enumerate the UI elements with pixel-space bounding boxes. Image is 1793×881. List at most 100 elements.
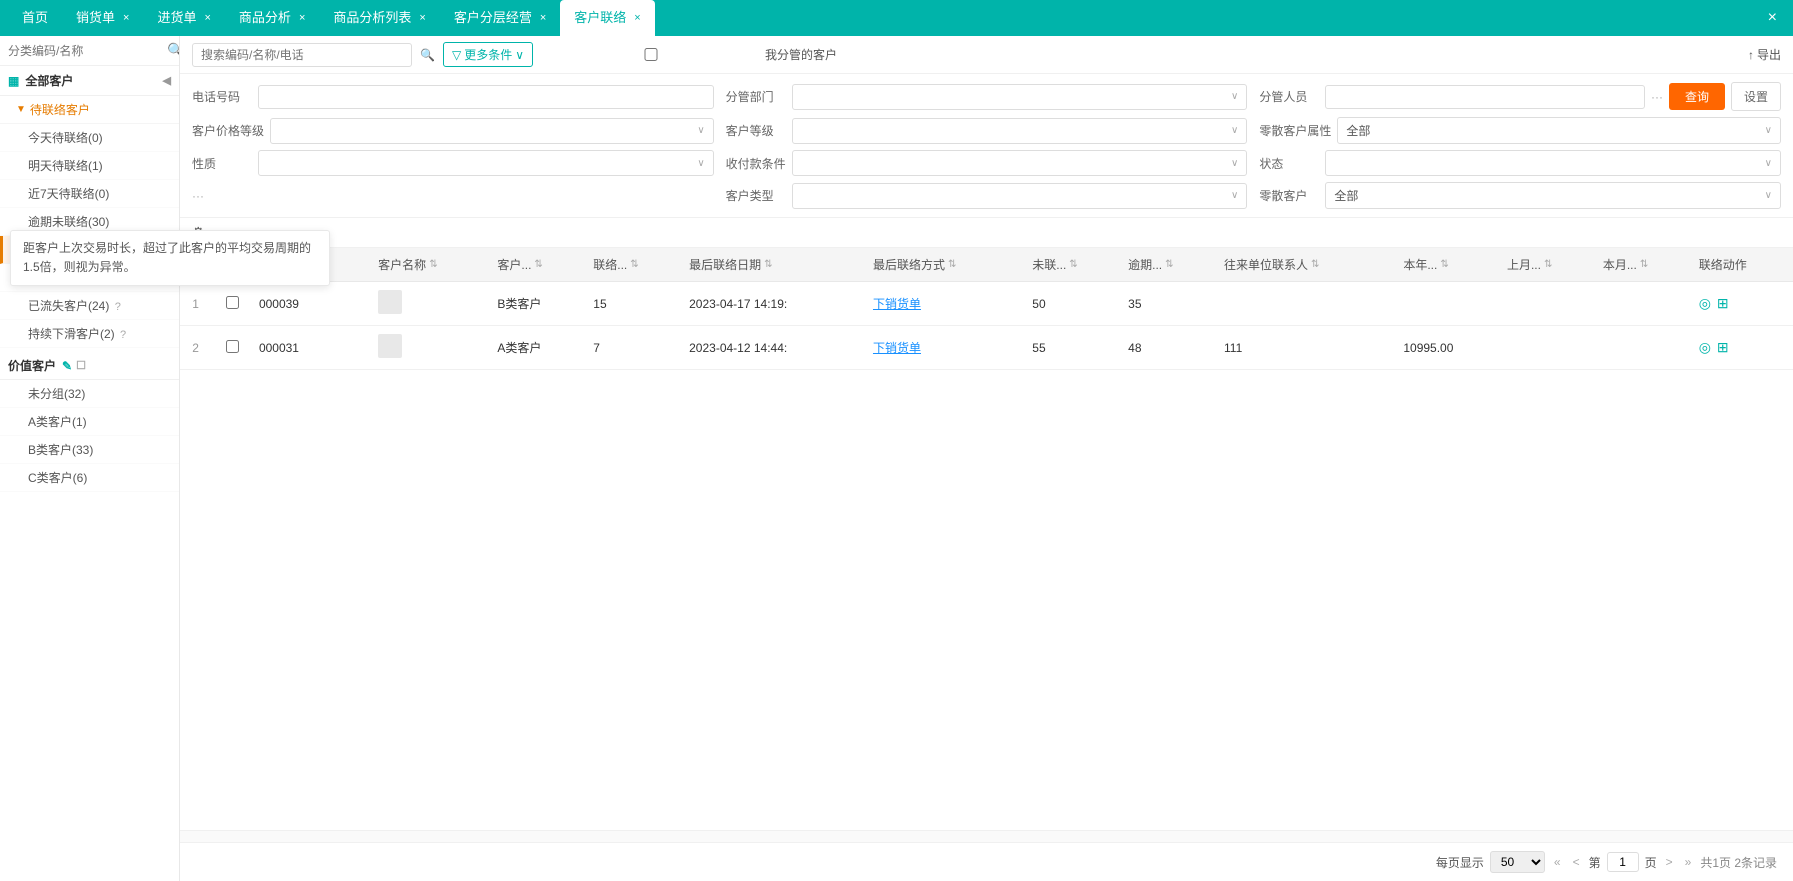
row2-this-year: 10995.00 xyxy=(1397,326,1501,370)
row2-check[interactable] xyxy=(226,340,239,353)
this-year-sort-icon[interactable]: ⇅ xyxy=(1440,259,1448,270)
overdue-sort-icon[interactable]: ⇅ xyxy=(1165,259,1173,270)
sidebar-item-today[interactable]: 今天待联络(0) xyxy=(0,124,179,152)
sidebar-group-value[interactable]: 价值客户 ✎ ☐ xyxy=(0,352,179,380)
col-action: 联络动作 xyxy=(1693,248,1793,282)
window-close-button[interactable]: × xyxy=(1760,9,1785,27)
row2-code: 000031 xyxy=(253,326,372,370)
retail-attr-select[interactable]: 全部 ∨ xyxy=(1337,117,1781,144)
nav-product-analysis[interactable]: 商品分析 × xyxy=(225,0,319,36)
payment-select[interactable]: ∨ xyxy=(792,150,1248,176)
filter-grid: 电话号码 分管部门 ∨ 分管人员 ··· 查询 设置 xyxy=(180,74,1793,218)
row2-method-link[interactable]: 下销货单 xyxy=(873,341,921,355)
last-method-sort-icon[interactable]: ⇅ xyxy=(948,259,956,270)
customer-level-label: 客户等级 xyxy=(726,122,786,139)
customer-level-select[interactable]: ∨ xyxy=(792,118,1248,144)
nav-purchase-order[interactable]: 进货单 × xyxy=(143,0,224,36)
nav-home[interactable]: 首页 xyxy=(8,0,62,36)
declining-help-icon[interactable]: ? xyxy=(120,329,126,341)
row2-view-icon[interactable]: ◎ xyxy=(1699,339,1711,356)
search-input[interactable] xyxy=(192,43,412,67)
contact-sort-icon[interactable]: ⇅ xyxy=(630,259,638,270)
close-product-analysis-icon[interactable]: × xyxy=(299,0,305,36)
phone-input[interactable] xyxy=(258,85,714,109)
row2-checkbox xyxy=(211,326,253,370)
top-navigation: 首页 销货单 × 进货单 × 商品分析 × 商品分析列表 × 客户分层经营 × … xyxy=(0,0,1793,36)
sidebar-item-lost[interactable]: 已流失客户(24) ? xyxy=(0,292,179,320)
sidebar-item-7days[interactable]: 近7天待联络(0) xyxy=(0,180,179,208)
nav-sales-order[interactable]: 销货单 × xyxy=(62,0,143,36)
sidebar-item-class-a[interactable]: A类客户(1) xyxy=(0,408,179,436)
customer-type-select[interactable]: ∨ xyxy=(792,183,1248,209)
sidebar-item-ungrouped[interactable]: 未分组(32) xyxy=(0,380,179,408)
nav-customer-contact[interactable]: 客户联络 × xyxy=(560,0,654,36)
more-conditions-button[interactable]: ▽ 更多条件 ∨ xyxy=(443,42,533,67)
col-contact-person: 往来单位联系人⇅ xyxy=(1218,248,1397,282)
nature-select[interactable]: ∨ xyxy=(258,150,714,176)
settings-button[interactable]: 设置 xyxy=(1731,82,1781,111)
row1-edit-icon[interactable]: ⊞ xyxy=(1717,295,1729,312)
sidebar-item-tomorrow[interactable]: 明天待联络(1) xyxy=(0,152,179,180)
my-customers-check[interactable] xyxy=(541,48,761,61)
manager-dots[interactable]: ··· xyxy=(1651,90,1663,104)
sidebar-item-declining[interactable]: 持续下滑客户(2) ? xyxy=(0,320,179,348)
sidebar-search-bar: 🔍 xyxy=(0,36,179,66)
row1-method-link[interactable]: 下销货单 xyxy=(873,297,921,311)
close-product-analysis-list-icon[interactable]: × xyxy=(419,0,425,36)
search-button[interactable]: 🔍 xyxy=(420,48,435,62)
next-page-button[interactable]: > xyxy=(1663,855,1676,869)
tooltip-box: 距客户上次交易时长，超过了此客户的平均交易周期的1.5倍，则视为异常。 xyxy=(10,230,330,286)
sidebar-search-input[interactable] xyxy=(8,44,163,58)
query-button[interactable]: 查询 xyxy=(1669,83,1725,110)
row1-view-icon[interactable]: ◎ xyxy=(1699,295,1711,312)
nav-customer-tier[interactable]: 客户分层经营 × xyxy=(440,0,560,36)
table-toolbar: ⚙ xyxy=(180,218,1793,248)
sidebar-collapse-icon[interactable]: ◀ xyxy=(163,74,171,87)
status-chevron-icon: ∨ xyxy=(1765,158,1772,169)
row1-check[interactable] xyxy=(226,296,239,309)
row2-this-month xyxy=(1597,326,1693,370)
row2-action: ◎ ⊞ xyxy=(1693,326,1793,370)
row1-num: 1 xyxy=(180,282,211,326)
sidebar-group-pending[interactable]: ▼ 待联络客户 xyxy=(0,96,179,124)
this-month-sort-icon[interactable]: ⇅ xyxy=(1640,259,1648,270)
contact-person-sort-icon[interactable]: ⇅ xyxy=(1311,259,1319,270)
all-customers-title[interactable]: ▦ 全部客户 ◀ xyxy=(0,66,179,96)
dept-select[interactable]: ∨ xyxy=(792,84,1248,110)
chevron-down-icon: ∨ xyxy=(515,48,524,62)
row2-edit-icon[interactable]: ⊞ xyxy=(1717,339,1729,356)
close-sales-order-icon[interactable]: × xyxy=(123,0,129,36)
value-group-add-icon[interactable]: ☐ xyxy=(76,359,86,372)
close-purchase-order-icon[interactable]: × xyxy=(204,0,210,36)
value-group-edit-icon[interactable]: ✎ xyxy=(62,359,72,373)
uncontacted-sort-icon[interactable]: ⇅ xyxy=(1069,259,1077,270)
close-customer-contact-icon[interactable]: × xyxy=(634,0,640,36)
lost-help-icon[interactable]: ? xyxy=(115,301,121,313)
customer-type-label: 客户类型 xyxy=(726,187,786,204)
sidebar-item-class-b[interactable]: B类客户(33) xyxy=(0,436,179,464)
type-sort-icon[interactable]: ⇅ xyxy=(534,259,542,270)
manager-input[interactable] xyxy=(1325,85,1645,109)
sidebar-search-icon[interactable]: 🔍 xyxy=(167,42,180,59)
my-customers-checkbox[interactable]: 我分管的客户 xyxy=(541,46,837,63)
nature-chevron-icon: ∨ xyxy=(697,158,704,169)
page-number-input[interactable] xyxy=(1607,852,1639,872)
last-page-button[interactable]: » xyxy=(1682,855,1695,869)
first-page-button[interactable]: « xyxy=(1551,855,1564,869)
nav-product-analysis-list[interactable]: 商品分析列表 × xyxy=(319,0,439,36)
table-container: 客户编码⇅ 客户名称⇅ 客户...⇅ 联络...⇅ 最后联络日期⇅ 最后联络方式… xyxy=(180,248,1793,830)
retail-customer-select[interactable]: 全部 ∨ xyxy=(1325,182,1781,209)
close-customer-tier-icon[interactable]: × xyxy=(540,0,546,36)
last-date-sort-icon[interactable]: ⇅ xyxy=(764,259,772,270)
horizontal-scrollbar[interactable] xyxy=(180,830,1793,842)
row1-name xyxy=(372,282,491,326)
status-select[interactable]: ∨ xyxy=(1325,150,1781,176)
last-month-sort-icon[interactable]: ⇅ xyxy=(1544,259,1552,270)
name-sort-icon[interactable]: ⇅ xyxy=(429,259,437,270)
per-page-select[interactable]: 50 100 200 xyxy=(1490,851,1545,873)
export-button[interactable]: ↑ 导出 xyxy=(1748,46,1781,63)
prev-page-button[interactable]: < xyxy=(1570,855,1583,869)
filter-expand-dots[interactable]: ··· xyxy=(192,189,204,203)
price-tier-select[interactable]: ∨ xyxy=(270,118,714,144)
sidebar-item-class-c[interactable]: C类客户(6) xyxy=(0,464,179,492)
